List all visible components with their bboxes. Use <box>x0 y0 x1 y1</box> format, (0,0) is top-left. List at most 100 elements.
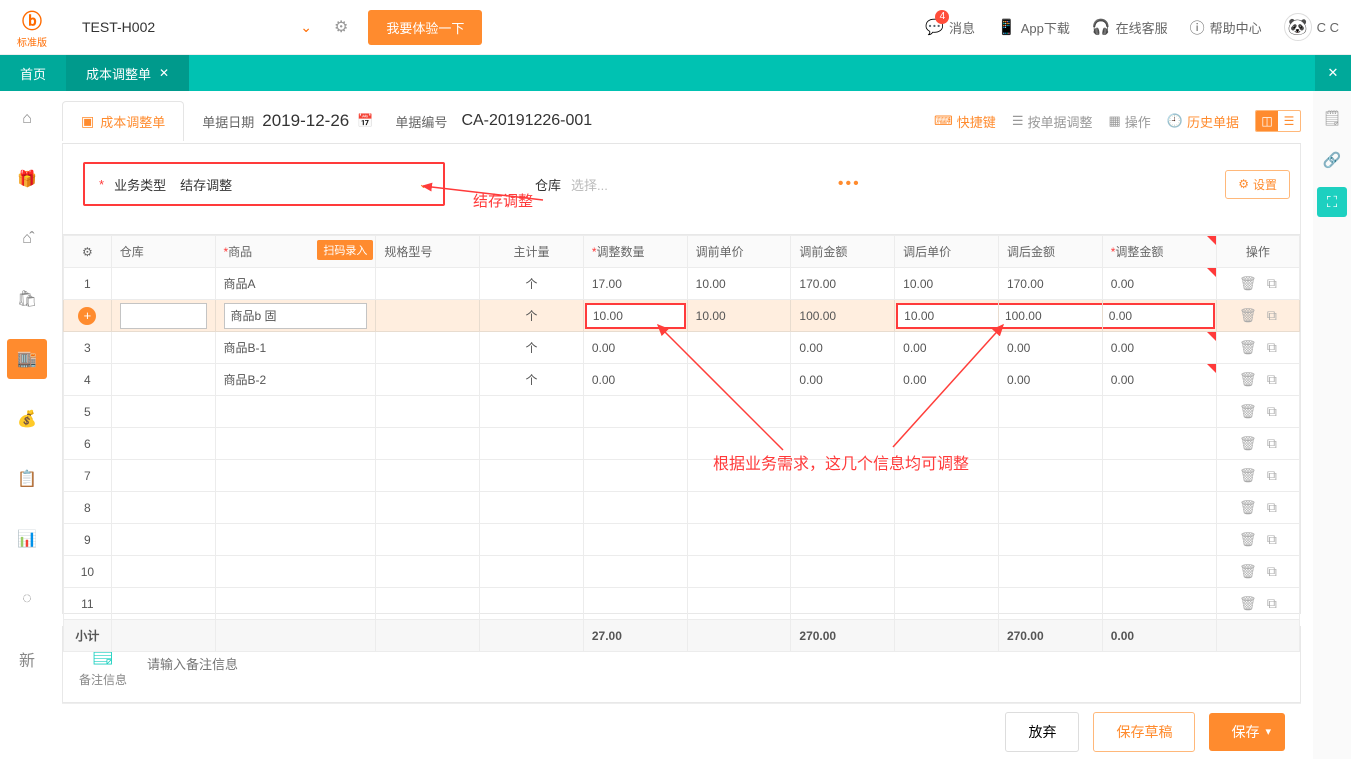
copy-icon[interactable]: ⧉ <box>1267 275 1277 292</box>
right-link-icon[interactable]: 🔗 <box>1317 145 1347 175</box>
messages-button[interactable]: 💬 消息 4 <box>925 18 975 37</box>
view-toggle[interactable]: ◫ ☰ <box>1255 110 1301 132</box>
table-row[interactable]: 1商品A个17.0010.00170.0010.00170.000.00🗑⧉ <box>64 268 1300 300</box>
help-button[interactable]: ⓘ 帮助中心 <box>1190 17 1262 38</box>
top-header: ⓑ 标准版 TEST-H002 ⌄ ⚙ 我要体验一下 💬 消息 4 📱 App下… <box>0 0 1351 55</box>
table-row[interactable]: 10🗑⧉ <box>64 556 1300 588</box>
delete-icon[interactable]: 🗑 <box>1239 339 1257 356</box>
copy-icon[interactable]: ⧉ <box>1267 467 1277 484</box>
delete-icon[interactable]: 🗑 <box>1239 563 1257 580</box>
post-amt-input[interactable]: 100.00 <box>999 303 1102 329</box>
adjust-by-order-button[interactable]: ☰按单据调整 <box>1012 112 1093 131</box>
copy-icon[interactable]: ⧉ <box>1267 563 1277 580</box>
delete-icon[interactable]: 🗑 <box>1239 435 1257 452</box>
doc-header: ▣ 成本调整单 单据日期 2019-12-26 📅 单据编号 CA-201912… <box>62 99 1301 143</box>
chevron-down-icon: ⌄ <box>418 176 429 192</box>
table-row[interactable]: 7🗑⧉ <box>64 460 1300 492</box>
avatar: 🐼 <box>1284 13 1312 41</box>
delete-icon[interactable]: 🗑 <box>1239 371 1257 388</box>
user-menu[interactable]: 🐼 C C <box>1284 13 1339 41</box>
table-row[interactable]: 5🗑⧉ <box>64 396 1300 428</box>
delete-icon[interactable]: 🗑 <box>1239 403 1257 420</box>
nav-gift-icon[interactable]: 🎁 <box>7 159 47 199</box>
annotation-1: 结存调整 <box>473 190 533 211</box>
tab-cost-adjustment[interactable]: 成本调整单 ✕ <box>66 55 189 91</box>
app-download-button[interactable]: 📱 App下载 <box>997 18 1070 37</box>
nav-money-icon[interactable]: 💰 <box>7 399 47 439</box>
company-select[interactable]: TEST-H002 ⌄ <box>72 11 322 43</box>
copy-icon[interactable]: ⧉ <box>1267 531 1277 548</box>
footer: 放弃 保存草稿 保存▾ <box>62 703 1301 759</box>
table-row[interactable]: 8🗑⧉ <box>64 492 1300 524</box>
shortcut-button[interactable]: ⌨快捷键 <box>934 112 996 131</box>
history-icon: 🕘 <box>1167 113 1183 129</box>
left-sidebar: ⌂ 🎁 ⌂̂ 🛍 🏬 💰 📋 📊 ◌ 新 <box>0 91 54 759</box>
headset-icon: 🎧 <box>1092 18 1111 36</box>
copy-icon[interactable]: ⧉ <box>1267 435 1277 452</box>
table-row[interactable]: 9🗑⧉ <box>64 524 1300 556</box>
delete-icon[interactable]: 🗑 <box>1239 467 1257 484</box>
nav-new-icon[interactable]: 新 <box>7 639 47 679</box>
required-mark: * <box>99 177 104 192</box>
view-list-icon[interactable]: ☰ <box>1278 111 1300 131</box>
business-type-select[interactable]: * 业务类型 结存调整 ⌄ <box>89 168 439 200</box>
doc-date[interactable]: 2019-12-26 <box>262 111 349 131</box>
gear-icon[interactable]: ⚙ <box>334 17 348 37</box>
right-note-icon[interactable]: 🗒 <box>1317 103 1347 133</box>
nav-sync-icon[interactable]: ◌ <box>7 579 47 619</box>
col-post-price: 调后单价 <box>895 236 999 268</box>
warehouse-select[interactable]: 仓库 选择... <box>535 175 608 194</box>
right-expand-icon[interactable]: ⛶ <box>1317 187 1347 217</box>
close-all-tabs[interactable]: ✕ <box>1315 55 1351 91</box>
online-service-button[interactable]: 🎧 在线客服 <box>1092 18 1168 37</box>
nav-report-icon[interactable]: 📊 <box>7 519 47 559</box>
copy-icon[interactable]: ⧉ <box>1267 307 1277 324</box>
history-button[interactable]: 🕘历史单据 <box>1167 112 1239 131</box>
delete-icon[interactable]: 🗑 <box>1239 531 1257 548</box>
save-button[interactable]: 保存▾ <box>1209 713 1285 751</box>
help-icon: ⓘ <box>1190 17 1205 38</box>
view-card-icon[interactable]: ◫ <box>1256 111 1278 131</box>
add-row-icon[interactable]: + <box>78 307 96 325</box>
trial-button[interactable]: 我要体验一下 <box>368 10 482 45</box>
remark-input[interactable] <box>147 657 1284 672</box>
nav-house-icon[interactable]: ⌂̂ <box>7 219 47 259</box>
qty-input[interactable]: 10.00 <box>585 303 686 329</box>
delete-icon[interactable]: 🗑 <box>1239 595 1257 612</box>
doc-type-tab[interactable]: ▣ 成本调整单 <box>62 101 184 141</box>
nav-clipboard-icon[interactable]: 📋 <box>7 459 47 499</box>
table-row[interactable]: 4商品B-2个0.000.000.000.000.00🗑⧉ <box>64 364 1300 396</box>
nav-warehouse-icon[interactable]: 🏬 <box>7 339 47 379</box>
phone-icon: 📱 <box>997 18 1016 36</box>
copy-icon[interactable]: ⧉ <box>1267 595 1277 612</box>
nav-home-icon[interactable]: ⌂ <box>7 99 47 139</box>
discard-button[interactable]: 放弃 <box>1005 712 1079 752</box>
copy-icon[interactable]: ⧉ <box>1267 499 1277 516</box>
copy-icon[interactable]: ⧉ <box>1267 403 1277 420</box>
table-wrap: ⚙ 仓库 *商品扫码录入 规格型号 主计量 *调整数量 调前单价 调前金额 调后… <box>62 234 1301 614</box>
close-icon[interactable]: ✕ <box>159 66 169 80</box>
table-row[interactable]: 11🗑⧉ <box>64 588 1300 620</box>
adj-amt-input[interactable]: 0.00 <box>1103 303 1215 329</box>
scan-input-button[interactable]: 扫码录入 <box>317 240 373 260</box>
table-row[interactable]: 6🗑⧉ <box>64 428 1300 460</box>
setting-button[interactable]: ⚙设置 <box>1225 170 1290 199</box>
operate-button[interactable]: ▦操作 <box>1108 112 1150 131</box>
warehouse-input[interactable] <box>120 303 207 329</box>
tab-home[interactable]: 首页 <box>0 55 66 91</box>
more-icon[interactable]: ••• <box>838 175 861 193</box>
delete-icon[interactable]: 🗑 <box>1239 307 1257 324</box>
table-row[interactable]: 3商品B-1个0.000.000.000.000.00🗑⧉ <box>64 332 1300 364</box>
nav-bag-icon[interactable]: 🛍 <box>7 279 47 319</box>
product-input[interactable]: 商品b 固 <box>224 303 368 329</box>
copy-icon[interactable]: ⧉ <box>1267 339 1277 356</box>
column-settings-icon[interactable]: ⚙ <box>64 236 112 268</box>
table-row[interactable]: +商品b 固个10.0010.00100.0010.00100.000.00🗑⧉ <box>64 300 1300 332</box>
delete-icon[interactable]: 🗑 <box>1239 275 1257 292</box>
calendar-icon[interactable]: 📅 <box>357 113 373 129</box>
post-price-input[interactable]: 10.00 <box>896 303 998 329</box>
copy-icon[interactable]: ⧉ <box>1267 371 1277 388</box>
delete-icon[interactable]: 🗑 <box>1239 499 1257 516</box>
col-post-amt: 调后金额 <box>998 236 1102 268</box>
save-draft-button[interactable]: 保存草稿 <box>1093 712 1195 752</box>
